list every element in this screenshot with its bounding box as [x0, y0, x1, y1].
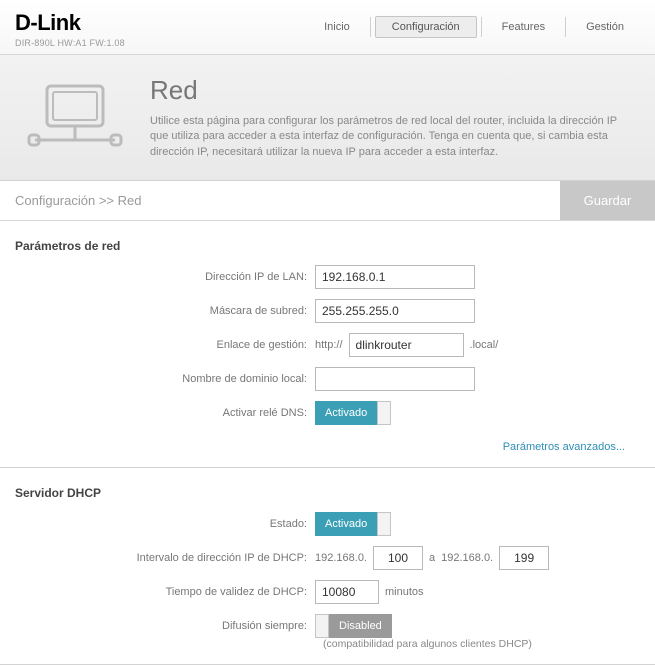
page-description: Utilice esta página para configurar los …: [150, 114, 630, 160]
lan-ip-input[interactable]: [315, 265, 475, 289]
brand-logo: D-Link: [15, 10, 125, 36]
nav-config[interactable]: Configuración: [375, 16, 477, 38]
domain-input[interactable]: [315, 367, 475, 391]
breadcrumb: Configuración >> Red: [0, 181, 560, 220]
dhcp-broadcast-state: Disabled: [329, 614, 392, 638]
dns-relay-label: Activar relé DNS:: [15, 407, 315, 419]
lan-ip-label: Dirección IP de LAN:: [15, 271, 315, 283]
dhcp-range-end-input[interactable]: [499, 546, 549, 570]
dhcp-lease-input[interactable]: [315, 580, 379, 604]
dhcp-range-prefix2: 192.168.0.: [441, 552, 493, 564]
toggle-handle: [377, 401, 391, 425]
mgmt-suffix: .local/: [470, 339, 499, 351]
subnet-input[interactable]: [315, 299, 475, 323]
toggle-handle: [377, 512, 391, 536]
dhcp-range-separator: a: [429, 552, 435, 564]
top-nav: Inicio Configuración Features Gestión: [308, 10, 640, 38]
nav-manage[interactable]: Gestión: [570, 17, 640, 37]
dhcp-range-prefix1: 192.168.0.: [315, 552, 367, 564]
dhcp-lease-label: Tiempo de validez de DHCP:: [15, 586, 315, 598]
save-button[interactable]: Guardar: [560, 181, 655, 220]
dns-relay-toggle-state: Activado: [315, 401, 377, 425]
nav-separator: [370, 17, 371, 37]
dns-relay-toggle[interactable]: Activado: [315, 401, 391, 425]
nav-home[interactable]: Inicio: [308, 17, 366, 37]
mgmt-prefix: http://: [315, 339, 343, 351]
section-title-network: Parámetros de red: [15, 231, 640, 265]
dhcp-broadcast-hint: (compatibilidad para algunos clientes DH…: [323, 638, 640, 658]
dhcp-broadcast-toggle[interactable]: Disabled: [315, 614, 392, 638]
subnet-label: Máscara de subred:: [15, 305, 315, 317]
section-title-dhcp: Servidor DHCP: [15, 478, 640, 512]
advanced-params-link[interactable]: Parámetros avanzados...: [503, 441, 625, 453]
dhcp-range-label: Intervalo de dirección IP de DHCP:: [15, 552, 315, 564]
network-icon: [25, 78, 125, 158]
dhcp-state-value: Activado: [315, 512, 377, 536]
mgmt-link-input[interactable]: [349, 333, 464, 357]
dhcp-range-start-input[interactable]: [373, 546, 423, 570]
dhcp-lease-unit: minutos: [385, 586, 424, 598]
nav-features[interactable]: Features: [486, 17, 561, 37]
dhcp-state-label: Estado:: [15, 518, 315, 530]
nav-separator: [481, 17, 482, 37]
dhcp-broadcast-label: Difusión siempre:: [15, 620, 315, 632]
model-info: DIR-890L HW:A1 FW:1.08: [15, 38, 125, 48]
nav-separator: [565, 17, 566, 37]
page-title: Red: [150, 75, 630, 106]
toggle-handle: [315, 614, 329, 638]
mgmt-link-label: Enlace de gestión:: [15, 339, 315, 351]
dhcp-state-toggle[interactable]: Activado: [315, 512, 391, 536]
domain-label: Nombre de dominio local:: [15, 373, 315, 385]
